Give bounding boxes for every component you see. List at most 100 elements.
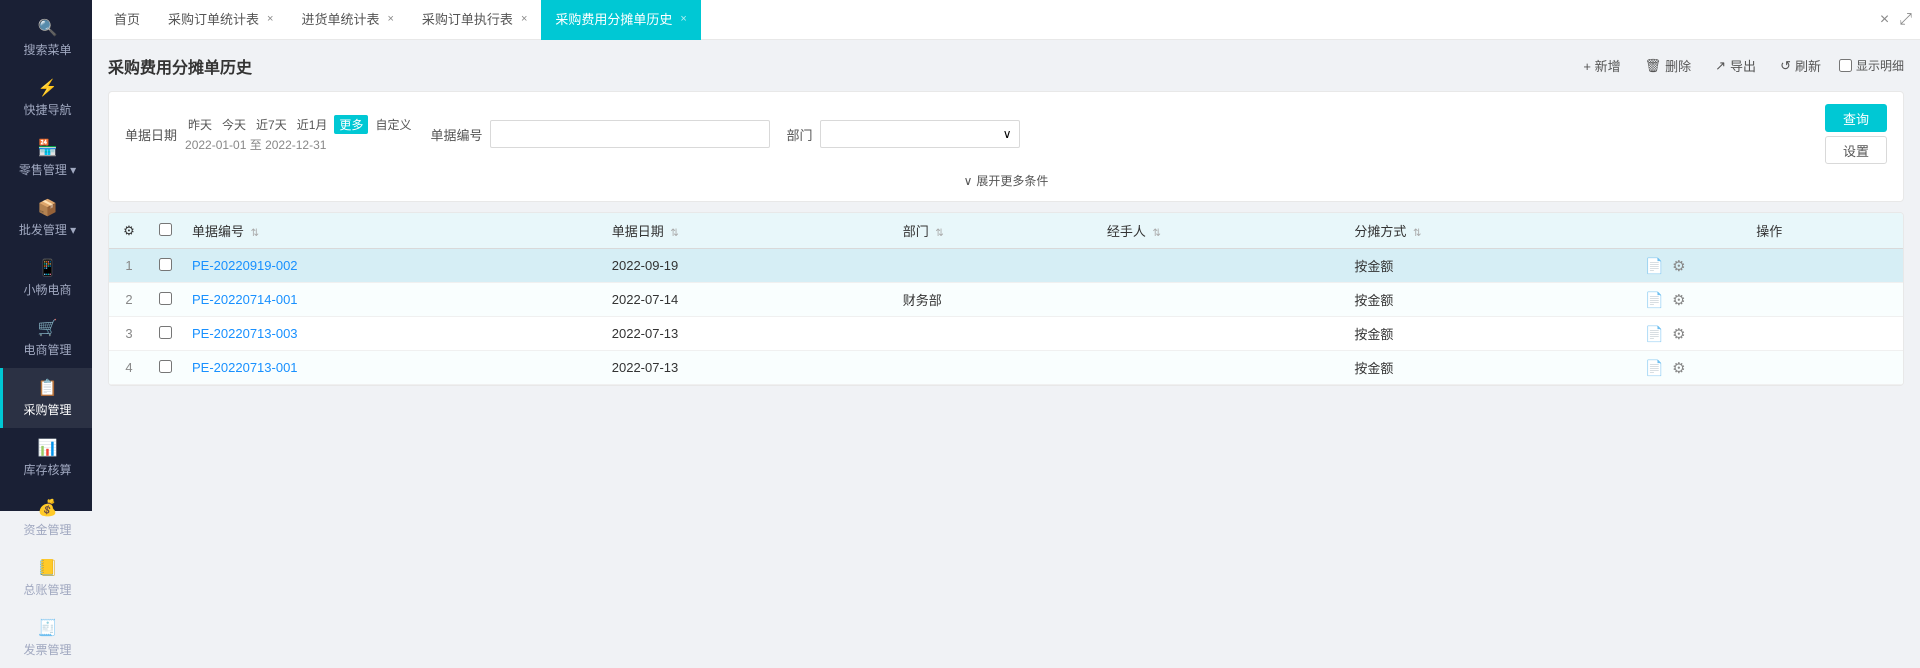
sidebar-item-ledger[interactable]: 📒 总账管理: [0, 548, 92, 608]
row-checkbox-3[interactable]: [159, 326, 172, 339]
expand-conditions-button[interactable]: ∨ 展开更多条件: [964, 172, 1049, 189]
sidebar-icon-finance: 💰: [7, 498, 88, 518]
tab-purchase-order-stat[interactable]: 采购订单统计表 ×: [154, 0, 287, 40]
row-checkbox-4[interactable]: [159, 360, 172, 373]
tab-home[interactable]: 首页: [100, 0, 154, 40]
sidebar-label-ecom: 电商管理: [7, 341, 88, 358]
th-bill-date-label: 单据日期: [612, 224, 664, 239]
handler-sort-icon[interactable]: ⇅: [1153, 228, 1161, 239]
tab-label-purchase-order-exec: 采购订单执行表: [422, 9, 513, 28]
page-title: 采购费用分摊单历史: [108, 54, 252, 78]
sidebar-icon-purchase: 📋: [7, 378, 88, 398]
date-shortcuts: 昨天 今天 近7天 近1月 更多 自定义: [185, 115, 414, 134]
sidebar-item-wholesale[interactable]: 📦 批发管理 ▾: [0, 188, 92, 248]
tab-close-purchase-cost-history[interactable]: ×: [680, 13, 686, 25]
tab-close-purchase-order-exec[interactable]: ×: [521, 13, 527, 25]
delete-button[interactable]: 🗑 删除: [1639, 52, 1698, 79]
sidebar-item-shortcut[interactable]: ⚡ 快捷导航: [0, 68, 92, 128]
sidebar-item-inventory[interactable]: 📊 库存核算: [0, 428, 92, 488]
shortcut-yesterday[interactable]: 昨天: [185, 115, 215, 134]
maximize-window-icon[interactable]: ⤢: [1899, 11, 1912, 29]
row-view-icon-1[interactable]: 📄: [1645, 257, 1664, 275]
row-actions: 📄 ⚙: [1635, 249, 1903, 283]
tab-label-purchase-order-stat: 采购订单统计表: [168, 9, 259, 28]
dept-select[interactable]: ∨: [820, 120, 1020, 148]
toolbar: + 新增 🗑 删除 ↗ 导出 ↺ 刷新 显示明细: [1577, 52, 1904, 79]
refresh-button[interactable]: ↺ 刷新: [1774, 52, 1827, 79]
show-columns-toggle[interactable]: 显示明细: [1839, 57, 1904, 74]
th-handler: 经手人 ⇅: [1097, 213, 1345, 249]
settings-button[interactable]: 设置: [1825, 136, 1887, 164]
sidebar-item-purchase[interactable]: 📋 采购管理: [0, 368, 92, 428]
sidebar-icon-mini: 📱: [7, 258, 88, 278]
bill-no-link-1[interactable]: PE-20220919-002: [192, 258, 298, 273]
row-actions: 📄 ⚙: [1635, 283, 1903, 317]
sidebar-icon-inventory: 📊: [7, 438, 88, 458]
row-ops-icon-3[interactable]: ⚙: [1672, 325, 1685, 343]
page-header: 采购费用分摊单历史 + 新增 🗑 删除 ↗ 导出 ↺ 刷新 显示明细: [108, 52, 1904, 79]
sidebar-label-search: 搜索菜单: [7, 41, 88, 58]
row-split-method: 按金额: [1344, 317, 1635, 351]
bill-date-sort-icon[interactable]: ⇅: [670, 228, 678, 239]
tab-purchase-order-exec[interactable]: 采购订单执行表 ×: [408, 0, 541, 40]
row-checkbox-2[interactable]: [159, 292, 172, 305]
row-no: 4: [109, 351, 149, 385]
main-area: 首页采购订单统计表×进货单统计表×采购订单执行表×采购费用分摊单历史× × ⤢ …: [92, 0, 1920, 511]
sidebar-item-retail[interactable]: 🏪 零售管理 ▾: [0, 128, 92, 188]
row-dept: [893, 351, 1097, 385]
row-bill-date: 2022-09-19: [602, 249, 893, 283]
shortcut-today[interactable]: 今天: [219, 115, 249, 134]
bill-no-link-3[interactable]: PE-20220713-003: [192, 326, 298, 341]
query-settings-col: 查询 设置: [1825, 104, 1887, 164]
bill-no-sort-icon[interactable]: ⇅: [251, 228, 259, 239]
th-checkbox: [149, 213, 182, 249]
row-split-method: 按金额: [1344, 249, 1635, 283]
shortcut-more[interactable]: 更多: [334, 115, 368, 134]
query-button[interactable]: 查询: [1825, 104, 1887, 132]
bill-no-input[interactable]: [490, 120, 770, 148]
split-method-sort-icon[interactable]: ⇅: [1413, 228, 1421, 239]
sidebar-item-invoice[interactable]: 🧾 发票管理: [0, 608, 92, 668]
select-all-checkbox[interactable]: [159, 223, 172, 236]
sidebar-icon-shortcut: ⚡: [7, 78, 88, 98]
table-row: 2 PE-20220714-001 2022-07-14 财务部 按金额 📄 ⚙: [109, 283, 1903, 317]
dept-sort-icon[interactable]: ⇅: [935, 228, 943, 239]
row-view-icon-3[interactable]: 📄: [1645, 325, 1664, 343]
row-view-icon-4[interactable]: 📄: [1645, 359, 1664, 377]
row-ops-icon-2[interactable]: ⚙: [1672, 291, 1685, 309]
sidebar-item-mini[interactable]: 📱 小畅电商: [0, 248, 92, 308]
row-checkbox-cell: [149, 283, 182, 317]
sidebar-item-search[interactable]: 🔍 搜索菜单: [0, 8, 92, 68]
sidebar-label-shortcut: 快捷导航: [7, 101, 88, 118]
shortcut-7days[interactable]: 近7天: [253, 115, 290, 134]
tab-close-inbound-stat[interactable]: ×: [387, 13, 393, 25]
export-icon: ↗: [1715, 58, 1726, 74]
close-window-icon[interactable]: ×: [1880, 11, 1889, 29]
row-no: 2: [109, 283, 149, 317]
row-ops-icon-1[interactable]: ⚙: [1672, 257, 1685, 275]
delete-icon: 🗑: [1645, 58, 1662, 74]
row-ops-icon-4[interactable]: ⚙: [1672, 359, 1685, 377]
tab-inbound-stat[interactable]: 进货单统计表×: [287, 0, 407, 40]
sidebar-item-finance[interactable]: 💰 资金管理: [0, 488, 92, 548]
tab-close-purchase-order-stat[interactable]: ×: [267, 13, 273, 25]
sidebar-label-purchase: 采购管理: [7, 401, 88, 418]
row-view-icon-2[interactable]: 📄: [1645, 291, 1664, 309]
shortcut-custom[interactable]: 自定义: [372, 115, 414, 134]
tab-purchase-cost-history[interactable]: 采购费用分摊单历史×: [541, 0, 700, 40]
bill-no-link-4[interactable]: PE-20220713-001: [192, 360, 298, 375]
add-button[interactable]: + 新增: [1577, 52, 1626, 79]
export-button[interactable]: ↗ 导出: [1709, 52, 1762, 79]
date-range-text: 2022-01-01 至 2022-12-31: [185, 136, 414, 153]
th-bill-date: 单据日期 ⇅: [602, 213, 893, 249]
tab-label-home: 首页: [114, 9, 140, 28]
shortcut-1month[interactable]: 近1月: [294, 115, 331, 134]
date-field-col: 昨天 今天 近7天 近1月 更多 自定义 2022-01-01 至 2022-1…: [185, 115, 414, 153]
sidebar-item-ecom[interactable]: 🛒 电商管理: [0, 308, 92, 368]
gear-icon[interactable]: ⚙: [123, 223, 135, 238]
row-checkbox-1[interactable]: [159, 258, 172, 271]
row-dept: [893, 317, 1097, 351]
show-columns-checkbox[interactable]: [1839, 59, 1852, 72]
bill-no-link-2[interactable]: PE-20220714-001: [192, 292, 298, 307]
th-dept: 部门 ⇅: [893, 213, 1097, 249]
